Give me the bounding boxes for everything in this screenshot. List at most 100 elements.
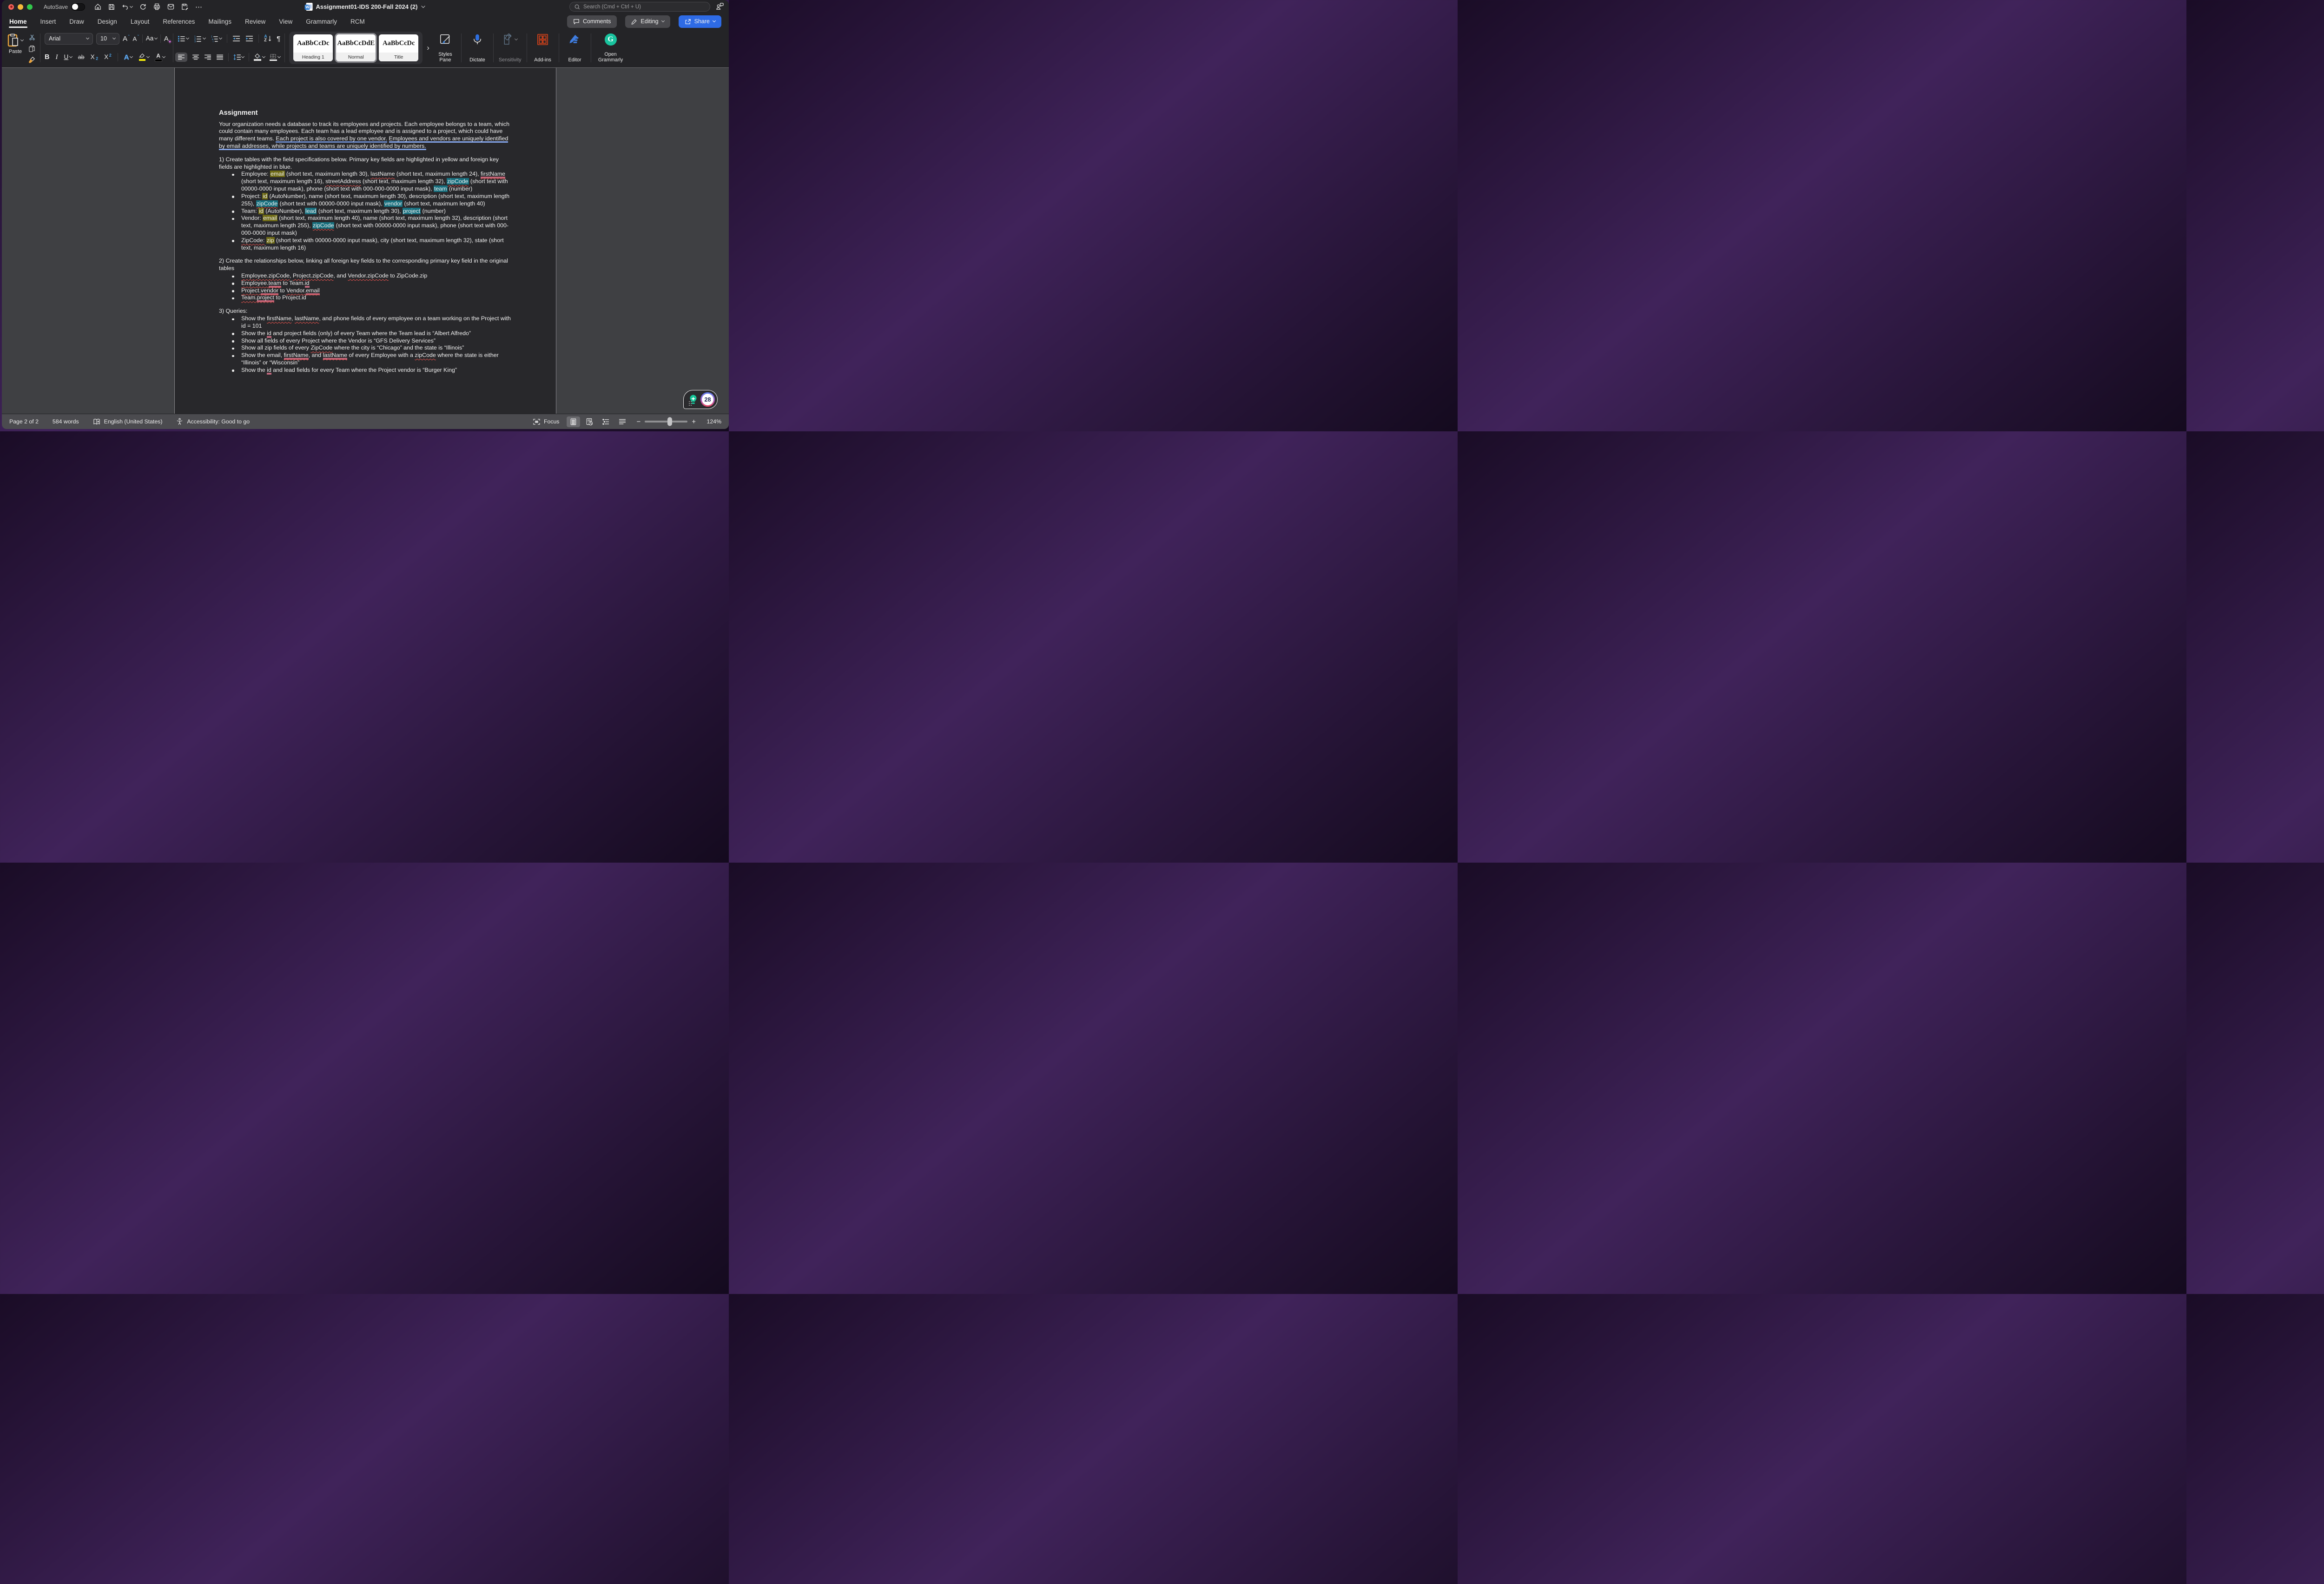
tab-insert[interactable]: Insert (40, 13, 56, 29)
numbered-list-button[interactable]: 123 (194, 35, 205, 42)
copy-icon[interactable] (28, 45, 36, 53)
show-paragraph-marks-button[interactable]: ¶ (277, 35, 280, 42)
open-grammarly-button[interactable]: G Open Grammarly (595, 32, 626, 64)
addins-button[interactable]: Add-ins (531, 32, 555, 64)
style-card-heading-1[interactable]: AaBbCcDcHeading 1 (293, 34, 333, 61)
focus-button[interactable]: Focus (533, 418, 560, 425)
format-painter-icon[interactable] (28, 56, 36, 64)
dictate-button[interactable]: Dictate (466, 32, 489, 64)
zoom-in-button[interactable]: + (692, 418, 696, 426)
more-commands-icon[interactable]: ⋯ (195, 3, 203, 11)
share-button[interactable]: Share (679, 15, 721, 28)
highlight-color-button[interactable] (139, 53, 149, 61)
word-count[interactable]: 584 words (53, 418, 79, 425)
styles-gallery-more-icon[interactable]: › (427, 43, 429, 53)
change-case-button[interactable]: Aa (146, 35, 157, 42)
mail-icon[interactable] (167, 4, 174, 10)
doc-bullet-item: Employee.team to Team.id (241, 280, 511, 287)
styles-pane-label: Styles Pane (436, 52, 455, 63)
shrink-font-button[interactable]: Aˇ (133, 36, 139, 42)
redo-icon[interactable] (139, 3, 146, 10)
style-card-normal[interactable]: AaBbCcDdENormal (336, 34, 376, 61)
font-size-select[interactable]: 10 (96, 33, 119, 45)
paste-button[interactable]: Paste (7, 33, 23, 54)
document-title[interactable]: Assignment01-IDS 200-Fall 2024 (2) (306, 3, 425, 11)
tab-mailings[interactable]: Mailings (208, 13, 231, 29)
save-as-icon[interactable] (181, 3, 188, 10)
tab-grammarly[interactable]: Grammarly (306, 13, 337, 29)
editor-button[interactable]: Editor (563, 32, 587, 64)
justify-button[interactable] (216, 54, 224, 60)
search-input[interactable]: Search (Cmd + Ctrl + U) (569, 2, 710, 12)
editing-mode-button[interactable]: Editing (625, 15, 670, 28)
zoom-level[interactable]: 124% (703, 418, 721, 425)
doc-text-marked: lastName (295, 315, 319, 322)
save-icon[interactable] (108, 4, 115, 10)
autosave-toggle[interactable] (71, 3, 85, 11)
outline-view-button[interactable] (599, 416, 613, 428)
grow-font-button[interactable]: Aˆ (123, 35, 130, 42)
tab-layout[interactable]: Layout (131, 13, 150, 29)
focus-icon (533, 419, 540, 425)
desktop: { "window": { "autosave_label": "AutoSav… (0, 0, 729, 431)
strikethrough-button[interactable]: ab (78, 54, 85, 60)
align-left-button[interactable] (175, 53, 187, 62)
minimize-button[interactable] (18, 4, 23, 10)
draft-view-button[interactable] (615, 416, 629, 428)
zoom-out-button[interactable]: − (636, 418, 640, 426)
zoom-window-button[interactable] (27, 4, 33, 10)
tab-references[interactable]: References (163, 13, 195, 29)
bold-button[interactable]: B (45, 54, 49, 61)
language-indicator[interactable]: English (United States) (93, 418, 163, 425)
undo-icon[interactable] (122, 3, 132, 10)
clear-formatting-button[interactable]: A (164, 35, 169, 42)
zoom-slider-thumb[interactable] (667, 417, 672, 426)
tab-home[interactable]: Home (9, 13, 27, 29)
italic-button[interactable]: I (55, 54, 58, 61)
shading-button[interactable] (254, 53, 265, 61)
sensitivity-button[interactable]: Sensitivity (498, 32, 522, 64)
page-indicator[interactable]: Page 2 of 2 (9, 418, 39, 425)
decrease-indent-button[interactable] (232, 35, 240, 42)
paragraph-group: 123 1ai AZ ¶ (178, 32, 281, 64)
doc-bullet-item: Employee: email (short text, maximum len… (241, 171, 511, 192)
styles-pane-button[interactable]: Styles Pane (434, 32, 457, 64)
comments-button[interactable]: Comments (567, 15, 617, 28)
multilevel-list-button[interactable]: 1ai (211, 35, 222, 42)
bullet-list-button[interactable] (178, 35, 189, 42)
subscript-button[interactable]: X2 (91, 54, 99, 60)
close-button[interactable] (8, 4, 14, 10)
tab-design[interactable]: Design (98, 13, 117, 29)
increase-indent-button[interactable] (245, 35, 253, 42)
align-right-button[interactable] (204, 54, 211, 60)
font-color-button[interactable]: A (155, 53, 165, 61)
print-icon[interactable] (153, 3, 160, 10)
document-page[interactable]: AssignmentYour organization needs a data… (174, 68, 556, 414)
grammarly-widget[interactable]: 28 (683, 390, 718, 409)
style-card-title[interactable]: AaBbCcDcTitle (379, 34, 418, 61)
zoom-slider[interactable] (645, 421, 687, 422)
presence-icon[interactable] (715, 2, 724, 11)
style-sample: AaBbCcDdE (336, 34, 376, 53)
home-icon[interactable] (94, 3, 101, 10)
cut-icon[interactable] (28, 34, 36, 41)
superscript-button[interactable]: X2 (104, 54, 112, 60)
document-title-text: Assignment01-IDS 200-Fall 2024 (2) (316, 3, 418, 10)
font-name-select[interactable]: Arial (45, 33, 93, 45)
doc-bullet-list: Employee: email (short text, maximum len… (219, 171, 511, 251)
print-layout-view-button[interactable] (566, 416, 581, 428)
align-center-button[interactable] (192, 54, 199, 60)
borders-button[interactable] (270, 54, 281, 61)
text-effects-button[interactable]: A (124, 54, 132, 61)
tab-review[interactable]: Review (245, 13, 265, 29)
tab-rcm[interactable]: RCM (350, 13, 365, 29)
sort-button[interactable]: AZ (264, 35, 271, 42)
line-spacing-button[interactable] (233, 54, 244, 60)
underline-button[interactable]: U (64, 54, 72, 60)
web-layout-view-button[interactable] (582, 416, 597, 428)
accessibility-status[interactable]: Accessibility: Good to go (176, 418, 250, 425)
tab-view[interactable]: View (279, 13, 292, 29)
grammarly-drag-handle-icon[interactable] (688, 401, 692, 406)
doc-text-marked: project (257, 294, 274, 302)
tab-draw[interactable]: Draw (69, 13, 84, 29)
